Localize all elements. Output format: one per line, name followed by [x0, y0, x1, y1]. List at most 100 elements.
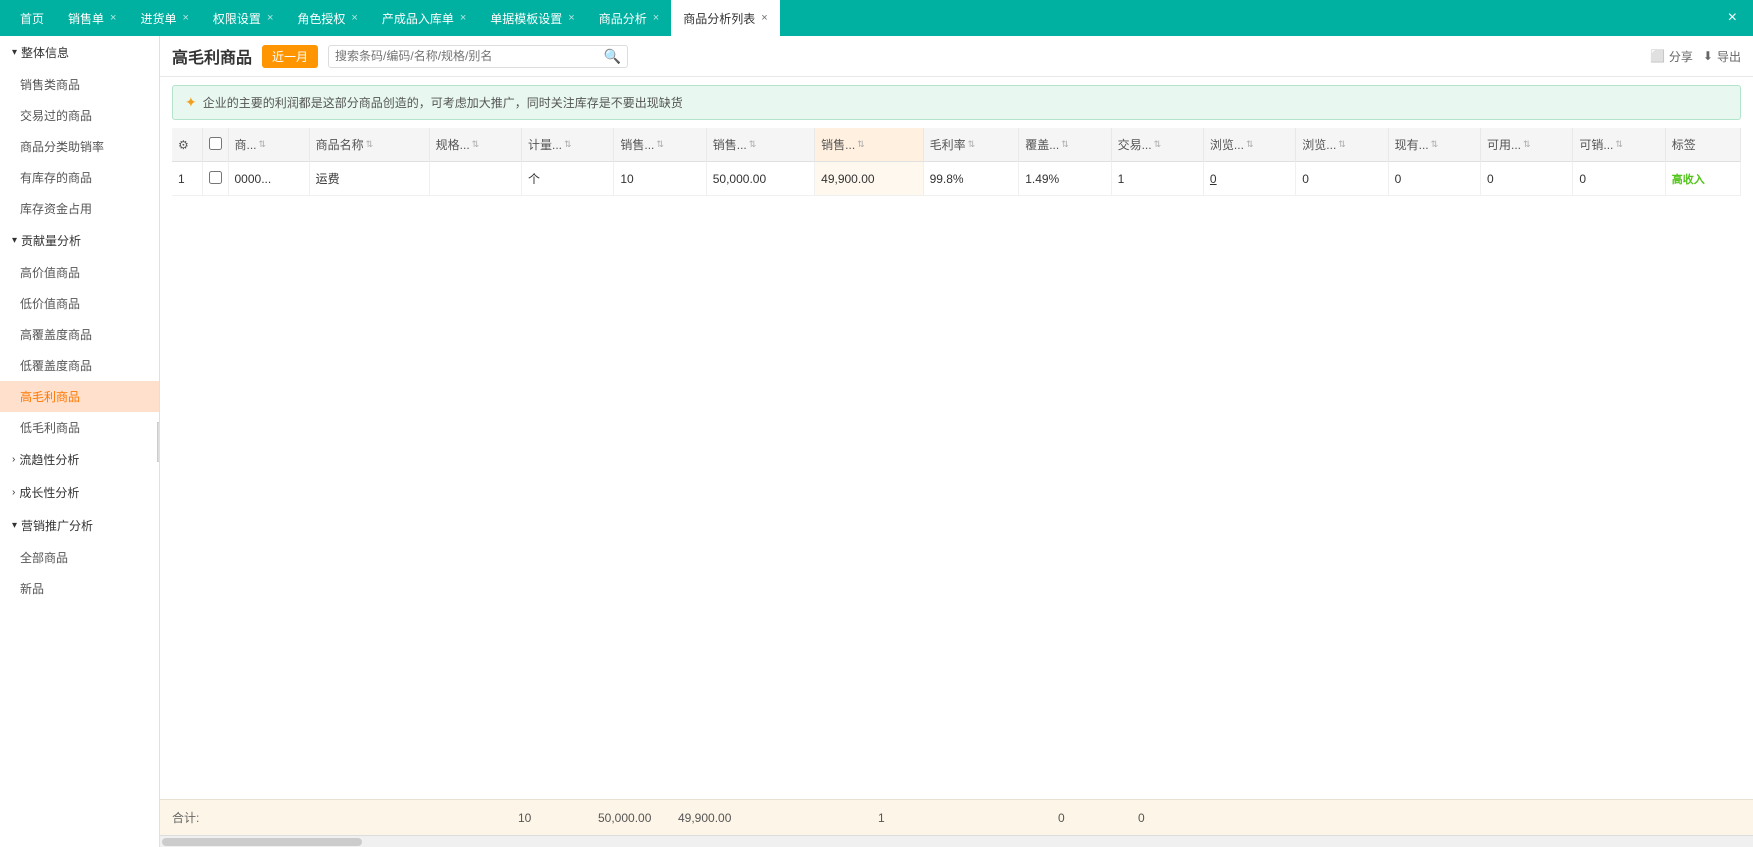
arrow-trend: ›: [12, 454, 15, 465]
row-checkbox[interactable]: [209, 171, 222, 184]
sidebar-item-sales-goods[interactable]: 销售类商品: [0, 69, 159, 100]
sort-name-icon: ⇅: [366, 139, 374, 150]
footer-available: 0: [1132, 811, 1212, 825]
sidebar-item-all-goods[interactable]: 全部商品: [0, 542, 159, 573]
col-current-stock[interactable]: 现有... ⇅: [1388, 128, 1480, 162]
sort-view1-icon: ⇅: [1246, 139, 1254, 150]
sidebar-group-overall[interactable]: ▾ 整体信息: [0, 36, 159, 69]
table-container: ⚙ 商... ⇅ 商品名称: [160, 128, 1753, 799]
sidebar-item-category-assist-rate[interactable]: 商品分类助销率: [0, 131, 159, 162]
sidebar-item-high-margin[interactable]: 高毛利商品: [0, 381, 159, 412]
col-sales-profit[interactable]: 销售... ⇅: [815, 128, 923, 162]
sidebar-item-inventory-capital[interactable]: 库存资金占用: [0, 193, 159, 224]
cell-checkbox[interactable]: [202, 162, 228, 196]
close-product-inbound[interactable]: ×: [460, 12, 466, 24]
col-spec[interactable]: 规格... ⇅: [429, 128, 521, 162]
col-view1[interactable]: 浏览... ⇅: [1203, 128, 1295, 162]
sidebar-group-marketing[interactable]: ▾ 营销推广分析: [0, 509, 159, 542]
cell-current-stock: 0: [1388, 162, 1480, 196]
cell-transaction: 1: [1111, 162, 1203, 196]
close-roles[interactable]: ×: [351, 12, 357, 24]
sidebar: « ▾ 整体信息 销售类商品 交易过的商品 商品分类助销率 有库存的商品 库存资…: [0, 36, 160, 847]
col-saleable[interactable]: 可销... ⇅: [1573, 128, 1665, 162]
nav-template[interactable]: 单据模板设置 ×: [478, 0, 586, 36]
arrow-contribution: ▾: [12, 235, 17, 246]
top-nav: 首页 销售单 × 进货单 × 权限设置 × 角色授权 × 产成品入库单 × 单据…: [0, 0, 1753, 36]
sidebar-group-marketing-items: 全部商品 新品: [0, 542, 159, 604]
close-permissions[interactable]: ×: [267, 12, 273, 24]
col-view2[interactable]: 浏览... ⇅: [1296, 128, 1388, 162]
sidebar-group-contribution[interactable]: ▾ 贡献量分析: [0, 224, 159, 257]
sidebar-item-high-coverage[interactable]: 高覆盖度商品: [0, 319, 159, 350]
cell-view2: 0: [1296, 162, 1388, 196]
sort-view2-icon: ⇅: [1338, 139, 1346, 150]
window-close-button[interactable]: ×: [1720, 9, 1745, 27]
col-checkbox[interactable]: [202, 128, 228, 162]
close-purchase[interactable]: ×: [182, 12, 188, 24]
select-all-checkbox[interactable]: [209, 137, 222, 150]
content-area: 高毛利商品 近一月 🔍 ⬜ 分享 ⬇ 导出 ✦ 企业的主要的利润都是这部分商品创…: [160, 36, 1753, 847]
sidebar-item-new-goods[interactable]: 新品: [0, 573, 159, 604]
nav-purchase[interactable]: 进货单 ×: [128, 0, 200, 36]
sidebar-item-low-margin[interactable]: 低毛利商品: [0, 412, 159, 443]
close-template[interactable]: ×: [568, 12, 574, 24]
export-button[interactable]: ⬇ 导出: [1703, 48, 1741, 65]
col-unit[interactable]: 计量... ⇅: [522, 128, 614, 162]
sort-transaction-icon: ⇅: [1154, 139, 1162, 150]
nav-product-analysis[interactable]: 商品分析 ×: [587, 0, 671, 36]
footer-sales-profit: 49,900.00: [672, 811, 752, 825]
horizontal-scrollbar[interactable]: [160, 835, 1753, 847]
close-product-analysis-list[interactable]: ×: [761, 12, 767, 24]
search-icon[interactable]: 🔍: [604, 48, 621, 65]
close-sales-order[interactable]: ×: [110, 12, 116, 24]
cell-sales-qty: 10: [614, 162, 706, 196]
scroll-thumb[interactable]: [162, 838, 362, 846]
sidebar-item-traded-goods[interactable]: 交易过的商品: [0, 100, 159, 131]
nav-sales-order[interactable]: 销售单 ×: [56, 0, 128, 36]
sort-saleable-icon: ⇅: [1615, 139, 1623, 150]
cell-available: 0: [1481, 162, 1573, 196]
share-button[interactable]: ⬜ 分享: [1650, 48, 1693, 65]
col-available[interactable]: 可用... ⇅: [1481, 128, 1573, 162]
nav-roles[interactable]: 角色授权 ×: [285, 0, 369, 36]
footer-values: 10 50,000.00 49,900.00 1 0 0: [252, 811, 1212, 825]
col-sales-amount[interactable]: 销售... ⇅: [706, 128, 814, 162]
sidebar-item-in-stock-goods[interactable]: 有库存的商品: [0, 162, 159, 193]
sidebar-group-contribution-items: 高价值商品 低价值商品 高覆盖度商品 低覆盖度商品 高毛利商品 低毛利商品: [0, 257, 159, 443]
sidebar-item-low-coverage[interactable]: 低覆盖度商品: [0, 350, 159, 381]
filter-period-button[interactable]: 近一月: [262, 45, 318, 68]
col-sales-qty[interactable]: 销售... ⇅: [614, 128, 706, 162]
col-margin[interactable]: 毛利率 ⇅: [923, 128, 1019, 162]
sidebar-group-trend[interactable]: › 流趋性分析: [0, 443, 159, 476]
nav-product-analysis-list[interactable]: 商品分析列表 ×: [671, 0, 779, 36]
cell-view1[interactable]: 0: [1203, 162, 1295, 196]
col-code[interactable]: 商... ⇅: [228, 128, 309, 162]
cell-coverage: 1.49%: [1019, 162, 1111, 196]
sidebar-item-low-value[interactable]: 低价值商品: [0, 288, 159, 319]
sort-sales-amount-icon: ⇅: [749, 139, 757, 150]
search-input[interactable]: [335, 49, 604, 63]
content-header: 高毛利商品 近一月 🔍 ⬜ 分享 ⬇ 导出: [160, 36, 1753, 77]
close-product-analysis[interactable]: ×: [653, 12, 659, 24]
cell-unit: 个: [522, 162, 614, 196]
table-row: 1 0000... 运费 个 10 50,000.00 49,900.00 99…: [172, 162, 1741, 196]
arrow-marketing: ▾: [12, 520, 17, 531]
cell-margin: 99.8%: [923, 162, 1019, 196]
sort-coverage-icon: ⇅: [1061, 139, 1069, 150]
col-transaction[interactable]: 交易... ⇅: [1111, 128, 1203, 162]
sidebar-item-high-value[interactable]: 高价值商品: [0, 257, 159, 288]
col-coverage[interactable]: 覆盖... ⇅: [1019, 128, 1111, 162]
footer-current-stock: 0: [1052, 811, 1132, 825]
sidebar-group-growth[interactable]: › 成长性分析: [0, 476, 159, 509]
cell-name: 运费: [309, 162, 429, 196]
sort-sales-profit-icon: ⇅: [857, 139, 865, 150]
header-actions: ⬜ 分享 ⬇ 导出: [1650, 48, 1741, 65]
nav-product-inbound[interactable]: 产成品入库单 ×: [370, 0, 478, 36]
nav-permissions[interactable]: 权限设置 ×: [201, 0, 285, 36]
nav-home[interactable]: 首页: [8, 0, 56, 36]
export-icon: ⬇: [1703, 49, 1713, 63]
col-tag[interactable]: 标签: [1665, 128, 1740, 162]
col-settings[interactable]: ⚙: [172, 128, 202, 162]
col-name[interactable]: 商品名称 ⇅: [309, 128, 429, 162]
table-footer: 合计: 10 50,000.00 49,900.00 1 0 0: [160, 799, 1753, 835]
